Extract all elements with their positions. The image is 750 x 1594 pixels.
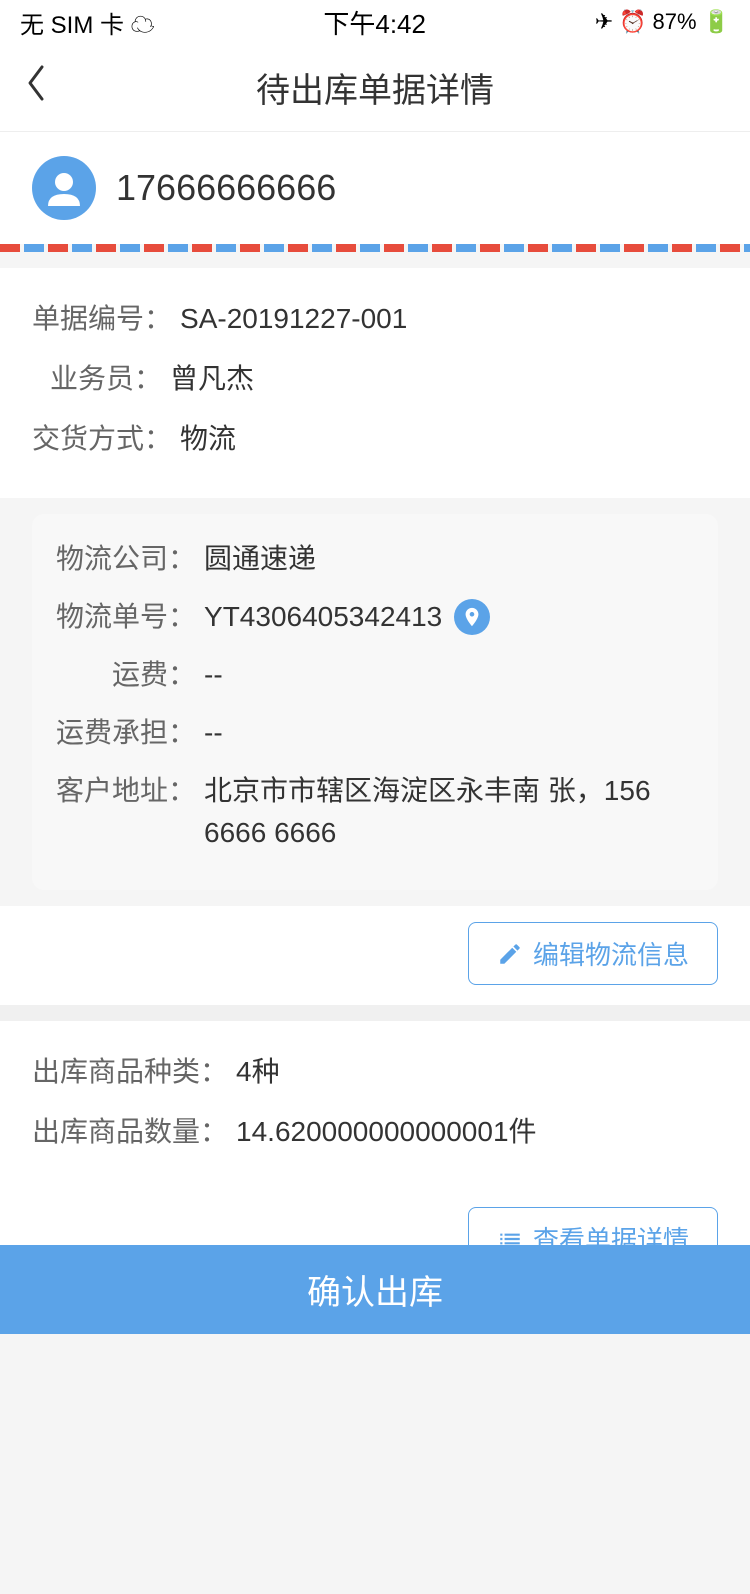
address-row: 客户地址： 北京市市辖区海淀区永丰南 张，156 6666 6666 — [56, 770, 694, 854]
edit-logistics-label: 编辑物流信息 — [533, 935, 689, 972]
customer-phone: 17666666666 — [116, 167, 336, 209]
freight-value: -- — [196, 654, 694, 696]
sim-status: 无 SIM 卡 ☁ — [20, 5, 155, 40]
tracking-row: 物流单号： YT4306405342413 — [56, 596, 694, 638]
tracking-location-button[interactable] — [454, 599, 490, 635]
customer-header: 17666666666 — [0, 132, 750, 244]
order-number-value: SA-20191227-001 — [172, 298, 718, 340]
nav-bar: 待出库单据详情 — [0, 44, 750, 132]
status-time: 下午4:42 — [323, 4, 426, 41]
delivery-value: 物流 — [172, 418, 718, 460]
confirm-button-label: 确认出库 — [307, 1265, 443, 1314]
order-info-section: 单据编号： SA-20191227-001 业务员： 曾凡杰 交货方式： 物流 — [0, 268, 750, 498]
page-title: 待出库单据详情 — [256, 63, 494, 112]
order-number-row: 单据编号： SA-20191227-001 — [32, 298, 718, 340]
freight-label: 运费： — [56, 654, 196, 696]
goods-types-label: 出库商品种类： — [32, 1051, 228, 1093]
logistics-company-label: 物流公司： — [56, 538, 196, 580]
address-value: 北京市市辖区海淀区永丰南 张，156 6666 6666 — [196, 770, 694, 854]
logistics-company-row: 物流公司： 圆通速递 — [56, 538, 694, 580]
section-divider — [0, 1005, 750, 1021]
salesman-label: 业务员： — [32, 358, 162, 400]
dashed-divider — [0, 244, 750, 252]
freight-row: 运费： -- — [56, 654, 694, 696]
tracking-value: YT4306405342413 — [196, 596, 694, 638]
battery-level: 87% — [653, 9, 697, 35]
logistics-company-value: 圆通速递 — [196, 538, 694, 580]
freight-bear-row: 运费承担： -- — [56, 712, 694, 754]
edit-logistics-section: 编辑物流信息 — [0, 906, 750, 1005]
status-right: ✈ ⏰ 87% 🔋 — [595, 9, 730, 35]
battery-icon: 🔋 — [703, 9, 730, 35]
address-label: 客户地址： — [56, 770, 196, 812]
logistics-card: 物流公司： 圆通速递 物流单号： YT4306405342413 运费： -- … — [32, 514, 718, 890]
salesman-row: 业务员： 曾凡杰 — [32, 358, 718, 400]
goods-quantity-row: 出库商品数量： 14.620000000000001件 — [32, 1111, 718, 1153]
edit-icon — [497, 941, 523, 967]
goods-types-value: 4种 — [228, 1051, 718, 1093]
location-status-icon: ✈ — [595, 9, 613, 35]
goods-quantity-label: 出库商品数量： — [32, 1111, 228, 1153]
status-bar: 无 SIM 卡 ☁ 下午4:42 ✈ ⏰ 87% 🔋 — [0, 0, 750, 44]
goods-types-row: 出库商品种类： 4种 — [32, 1051, 718, 1093]
order-number-label: 单据编号： — [32, 298, 172, 340]
delivery-label: 交货方式： — [32, 418, 172, 460]
tracking-label: 物流单号： — [56, 596, 196, 638]
freight-bear-value: -- — [196, 712, 694, 754]
goods-section: 出库商品种类： 4种 出库商品数量： 14.620000000000001件 — [0, 1021, 750, 1191]
edit-logistics-button[interactable]: 编辑物流信息 — [468, 922, 718, 985]
alarm-icon: ⏰ — [619, 9, 646, 35]
back-button[interactable] — [24, 63, 48, 112]
confirm-button[interactable]: 确认出库 — [0, 1245, 750, 1334]
freight-bear-label: 运费承担： — [56, 712, 196, 754]
avatar — [32, 156, 96, 220]
salesman-value: 曾凡杰 — [162, 358, 718, 400]
status-left: 无 SIM 卡 ☁ — [20, 5, 155, 40]
goods-quantity-value: 14.620000000000001件 — [228, 1111, 718, 1153]
delivery-row: 交货方式： 物流 — [32, 418, 718, 460]
